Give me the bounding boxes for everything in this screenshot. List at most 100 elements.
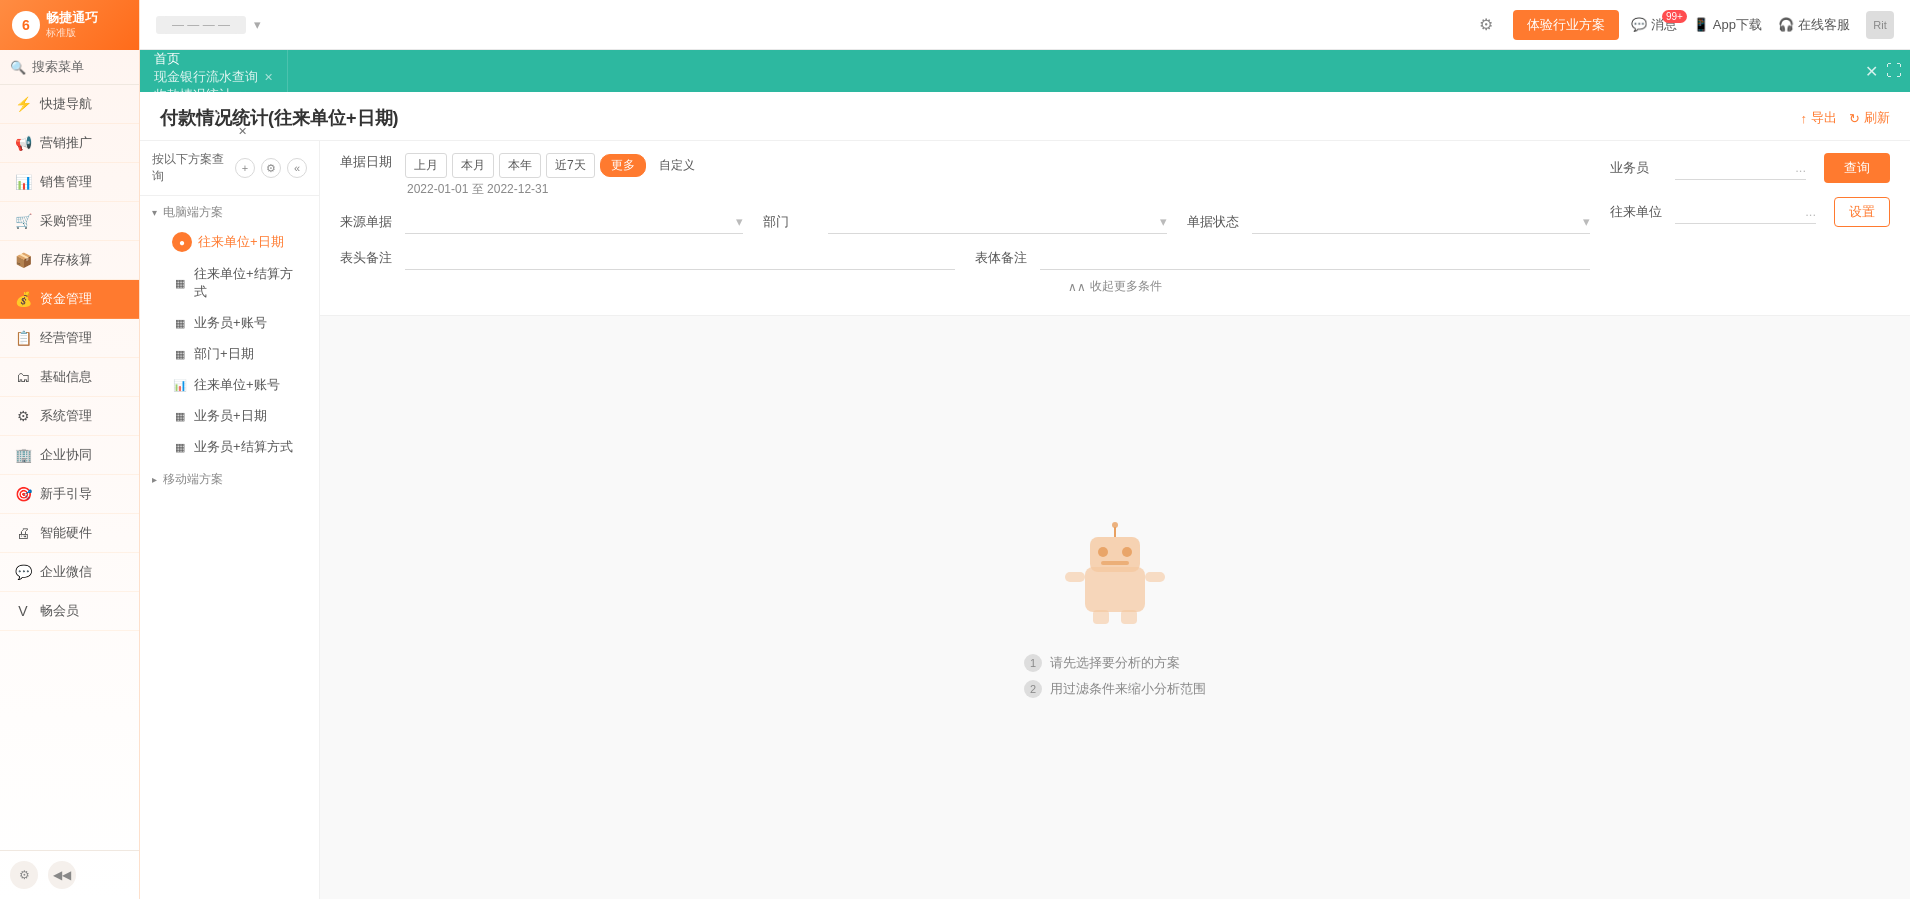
scheme-item-partner-date[interactable]: ●往来单位+日期 xyxy=(144,226,315,258)
scheme-item-label: 往来单位+日期 xyxy=(198,233,284,251)
empty-state: 1 请先选择要分析的方案 2 用过滤条件来缩小分析范围 xyxy=(320,316,1910,899)
topbar-settings-icon[interactable]: ⚙ xyxy=(1471,10,1501,40)
sidebar-item-purchase[interactable]: 🛒 采购管理 xyxy=(0,202,139,241)
svg-point-3 xyxy=(1122,547,1132,557)
scheme-add-btn[interactable]: + xyxy=(235,158,255,178)
date-this-month-btn[interactable]: 本月 xyxy=(452,153,494,178)
topbar-right: 💬 消息 99+ 📱 App下载 🎧 在线客服 Rit xyxy=(1631,11,1894,39)
sidebar-item-wechat[interactable]: 💬企业微信 xyxy=(0,553,139,592)
source-select[interactable]: ▾ xyxy=(405,210,743,234)
search-menu[interactable]: 🔍 搜索菜单 xyxy=(0,50,139,85)
note-head-input[interactable] xyxy=(405,246,955,270)
scheme-item-label: 业务员+结算方式 xyxy=(194,438,293,456)
svg-point-2 xyxy=(1098,547,1108,557)
svg-rect-8 xyxy=(1145,572,1165,582)
scheme-section-title-desktop[interactable]: ▾电脑端方案 xyxy=(140,196,319,225)
sidebar-settings-btn[interactable]: ⚙ xyxy=(10,861,38,889)
source-label: 来源单据 xyxy=(340,213,395,231)
user-avatar[interactable]: Rit xyxy=(1866,11,1894,39)
sidebar-bottom: ⚙ ◀◀ xyxy=(0,850,139,899)
date-options: 上月 本月 本年 近7天 更多 自定义 xyxy=(405,153,703,178)
scheme-collapse-btn[interactable]: « xyxy=(287,158,307,178)
doc-status-select[interactable]: ▾ xyxy=(1252,210,1590,234)
sidebar-system-icon: ⚙ xyxy=(14,407,32,425)
collapse-icon: ∧∧ xyxy=(1068,280,1086,294)
tab-bank-flow[interactable]: 现金银行流水查询 ✕ xyxy=(140,68,288,86)
content-area: 付款情况统计(往来单位+日期) ↑ 导出 ↻ 刷新 按以下方案查询 + xyxy=(140,92,1910,899)
sidebar-item-marketing[interactable]: 📢 营销推广 xyxy=(0,124,139,163)
sidebar-item-guide[interactable]: 🎯新手引导 xyxy=(0,475,139,514)
headset-icon: 🎧 xyxy=(1778,17,1794,32)
sidebar-item-label: 采购管理 xyxy=(40,212,92,230)
sidebar-finance-icon: 💰 xyxy=(14,290,32,308)
scheme-item-staff-settle[interactable]: ▦ 业务员+结算方式 xyxy=(144,432,315,462)
page-actions: ↑ 导出 ↻ 刷新 xyxy=(1801,109,1891,127)
tab-close-bank-flow[interactable]: ✕ xyxy=(264,71,273,84)
sidebar-item-finance[interactable]: 💰资金管理 xyxy=(0,280,139,319)
scheme-item-staff-date[interactable]: ▦业务员+日期 xyxy=(144,401,315,431)
tab-bar: 首页现金银行流水查询✕收款情况统计✕新建方案✕付款情况统计✕ ✕ ⛶ xyxy=(140,50,1910,92)
scheme-item-dept-date[interactable]: ▦ 部门+日期 xyxy=(144,339,315,369)
sidebar-member-icon: V xyxy=(14,602,32,620)
sidebar-item-operation[interactable]: 📋经营管理 xyxy=(0,319,139,358)
maximize-btn[interactable]: ⛶ xyxy=(1886,62,1902,80)
scheme-item-staff-account[interactable]: ▦业务员+账号 xyxy=(144,308,315,338)
sidebar-item-inventory[interactable]: 📦库存核算 xyxy=(0,241,139,280)
scheme-type-icon: ▦ xyxy=(172,439,188,455)
settings-btn[interactable]: 设置 xyxy=(1834,197,1890,227)
date-more-btn[interactable]: 更多 xyxy=(600,154,646,177)
note-body-input[interactable] xyxy=(1040,246,1590,270)
sidebar-marketing-icon: 📢 xyxy=(14,134,32,152)
svg-rect-1 xyxy=(1090,537,1140,572)
tab-home[interactable]: 首页 xyxy=(140,50,288,68)
scheme-item-partner-account[interactable]: 📊往来单位+账号 xyxy=(144,370,315,400)
staff-input[interactable]: ... xyxy=(1675,156,1806,180)
collapse-conditions-btn[interactable]: ∧∧ 收起更多条件 xyxy=(1068,278,1162,295)
app-download-btn[interactable]: 📱 App下载 xyxy=(1693,16,1762,34)
sidebar-nav: ⚡快捷导航 📢 营销推广 📊销售管理 🛒 采购管理 📦库存核算💰资金管理📋经营管理🗂基础信息… xyxy=(0,85,139,631)
empty-instructions: 1 请先选择要分析的方案 2 用过滤条件来缩小分析范围 xyxy=(1024,654,1206,698)
dept-select[interactable]: ▾ xyxy=(828,210,1166,234)
scheme-panel: 按以下方案查询 + ⚙ « ▾电脑端方案●往来单位+日期▦往来单位+结算方式▦业… xyxy=(140,141,320,899)
date-custom-btn[interactable]: 自定义 xyxy=(651,154,703,177)
refresh-btn[interactable]: ↻ 刷新 xyxy=(1849,109,1890,127)
sidebar-item-hardware[interactable]: 🖨智能硬件 xyxy=(0,514,139,553)
scheme-type-icon: ▦ xyxy=(172,408,188,424)
sidebar-collapse-btn[interactable]: ◀◀ xyxy=(48,861,76,889)
sidebar-item-member[interactable]: V畅会员 xyxy=(0,592,139,631)
scheme-item-label: 部门+日期 xyxy=(194,345,254,363)
sidebar-item-sales[interactable]: 📊销售管理 xyxy=(0,163,139,202)
export-btn[interactable]: ↑ 导出 xyxy=(1801,109,1838,127)
online-service-btn[interactable]: 🎧 在线客服 xyxy=(1778,16,1850,34)
scheme-type-icon: 📊 xyxy=(172,377,188,393)
sidebar-enterprise-icon: 🏢 xyxy=(14,446,32,464)
tab-close-receipt-stat[interactable]: ✕ xyxy=(238,89,247,102)
sidebar-item-quick-nav[interactable]: ⚡快捷导航 xyxy=(0,85,139,124)
tab-close-new-plan[interactable]: ✕ xyxy=(212,107,221,120)
app-name: 畅捷通巧 xyxy=(46,10,98,26)
sidebar-item-enterprise[interactable]: 🏢企业协同 xyxy=(0,436,139,475)
date-this-year-btn[interactable]: 本年 xyxy=(499,153,541,178)
sidebar-item-label: 智能硬件 xyxy=(40,524,92,542)
right-content: 单据日期 上月 本月 本年 近7天 更多 自定义 xyxy=(320,141,1910,899)
scheme-type-icon: ▦ xyxy=(172,346,188,362)
scheme-section-title-mobile[interactable]: ▸移动端方案 xyxy=(140,463,319,492)
date-last7-btn[interactable]: 近7天 xyxy=(546,153,595,178)
notification-badge: 99+ xyxy=(1662,10,1687,23)
scheme-settings-btn[interactable]: ⚙ xyxy=(261,158,281,178)
trial-btn[interactable]: 体验行业方案 xyxy=(1513,10,1619,40)
tab-close-payment-stat[interactable]: ✕ xyxy=(238,125,247,138)
close-window-btn[interactable]: ✕ xyxy=(1865,62,1878,81)
date-last-month-btn[interactable]: 上月 xyxy=(405,153,447,178)
sidebar-item-label: 营销推广 xyxy=(40,134,92,152)
sidebar-item-system[interactable]: ⚙系统管理 xyxy=(0,397,139,436)
notifications-btn[interactable]: 💬 消息 99+ xyxy=(1631,16,1677,34)
date-label: 单据日期 xyxy=(340,153,395,171)
query-btn[interactable]: 查询 xyxy=(1824,153,1890,183)
partner-input[interactable]: ... xyxy=(1675,200,1816,224)
scheme-item-partner-settle[interactable]: ▦往来单位+结算方式 xyxy=(144,259,315,307)
tab-label: 现金银行流水查询 xyxy=(154,68,258,86)
sidebar-purchase-icon: 🛒 xyxy=(14,212,32,230)
breadcrumb: — — — — ▾ xyxy=(156,16,1459,34)
sidebar-item-basic[interactable]: 🗂基础信息 xyxy=(0,358,139,397)
